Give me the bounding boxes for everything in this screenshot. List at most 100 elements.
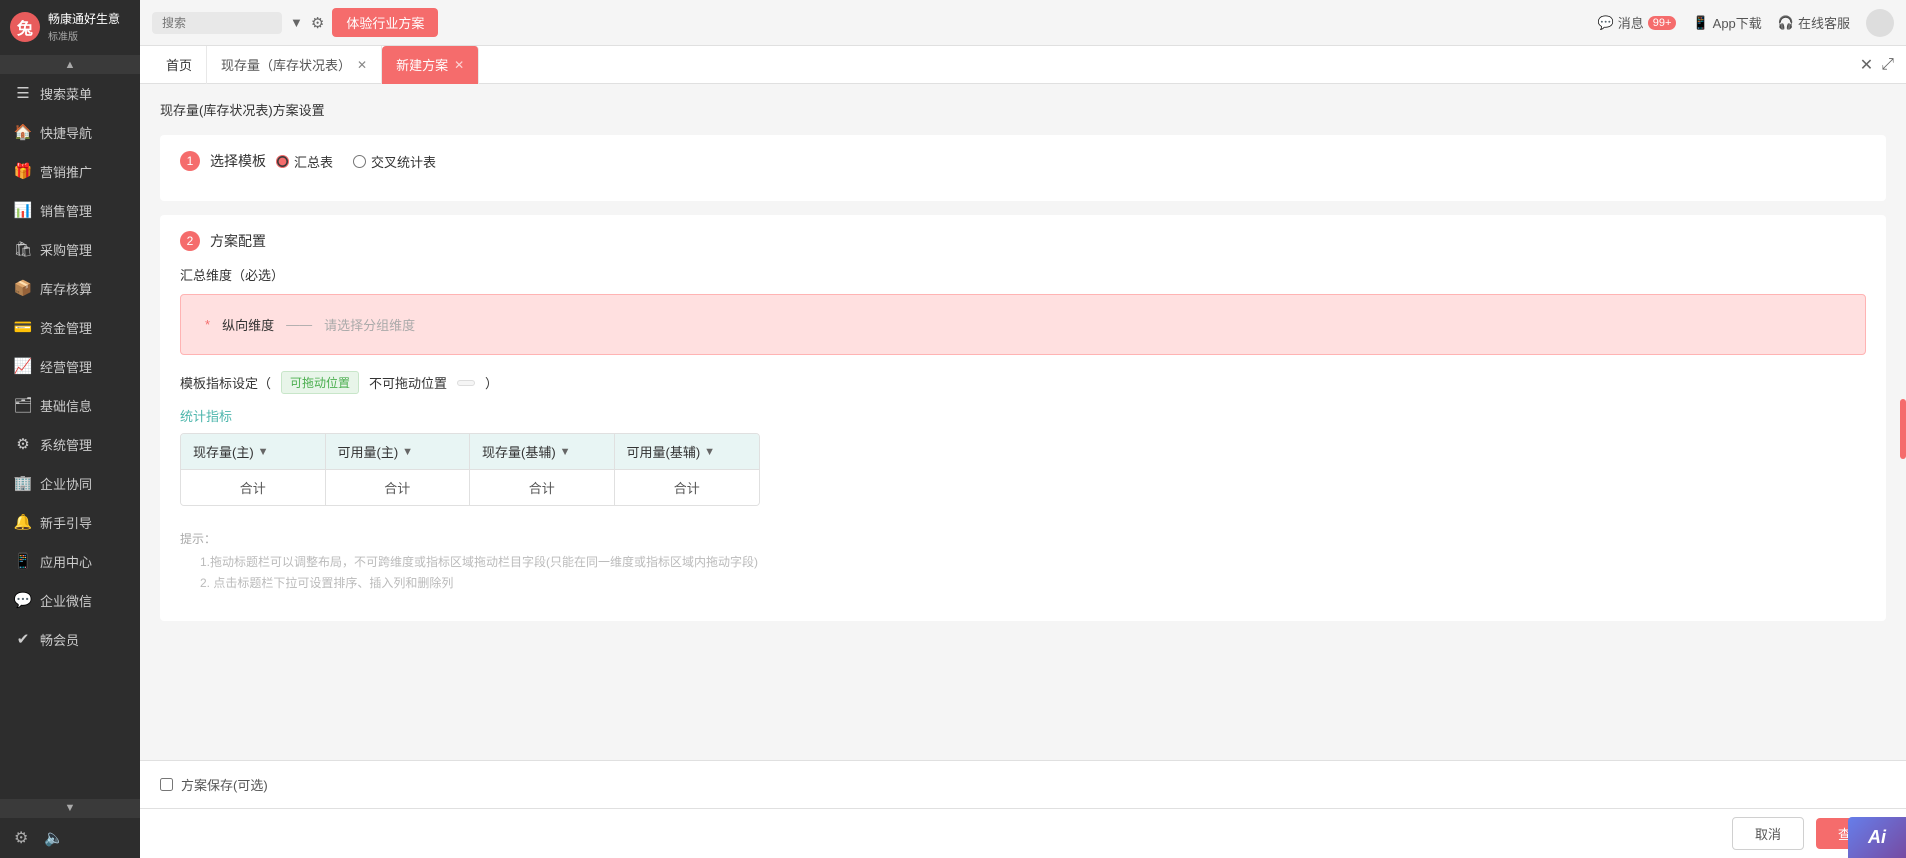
- sidebar-item-inventory[interactable]: 📦 库存核算: [0, 269, 140, 308]
- sidebar-item-enterprise[interactable]: 🏢 企业协同: [0, 464, 140, 503]
- sidebar-scroll-up[interactable]: ▲: [0, 56, 140, 74]
- sidebar-item-app-center[interactable]: 📱 应用中心: [0, 542, 140, 581]
- stats-table-header: 现存量(主) ▼ 可用量(主) ▼ 现存量(基辅) ▼ 可用量(基辅) ▼: [181, 434, 759, 469]
- logo-icon: 兔: [10, 12, 40, 42]
- search-input[interactable]: [152, 12, 282, 34]
- main-area: ▼ ⚙ 体验行业方案 💬 消息 99+ 📱 App下载 🎧 在线客服 首页: [140, 0, 1906, 858]
- message-label: 消息: [1618, 13, 1644, 32]
- tab-inventory-status[interactable]: 现存量（库存状况表） ✕: [207, 46, 382, 84]
- topbar-gear-button[interactable]: ⚙: [311, 14, 324, 32]
- sidebar-item-label: 基础信息: [40, 396, 92, 415]
- step1-header: 1 选择模板 汇总表 交叉统计表: [180, 151, 1866, 171]
- topbar-right: 💬 消息 99+ 📱 App下载 🎧 在线客服: [1598, 9, 1894, 37]
- ai-button[interactable]: Ai: [1848, 817, 1906, 858]
- radio-summary-input[interactable]: [276, 155, 289, 168]
- purchase-icon: 🛍: [14, 240, 32, 258]
- dimension-box[interactable]: * 纵向维度 —— 请选择分组维度: [180, 294, 1866, 355]
- radio-cross-input[interactable]: [353, 155, 366, 168]
- header-dropdown-2[interactable]: ▼: [560, 446, 571, 458]
- footer-bar: 取消 查询: [140, 808, 1906, 858]
- template-radio-group: 汇总表 交叉统计表: [276, 152, 436, 171]
- header-label-1: 可用量(主): [338, 442, 399, 461]
- table-header-cell-3[interactable]: 可用量(基辅) ▼: [615, 434, 760, 469]
- header-dropdown-1[interactable]: ▼: [402, 446, 413, 458]
- sidebar-item-wechat[interactable]: 💬 企业微信: [0, 581, 140, 620]
- wechat-icon: 💬: [14, 591, 32, 609]
- table-header-cell-2[interactable]: 现存量(基辅) ▼: [470, 434, 615, 469]
- save-checkbox-label[interactable]: 方案保存(可选): [181, 775, 268, 794]
- tab-inventory-close-icon[interactable]: ✕: [357, 58, 367, 72]
- page-title: 现存量(库存状况表)方案设置: [160, 100, 1886, 119]
- sidebar-item-search-menu[interactable]: ☰ 搜索菜单: [0, 74, 140, 113]
- indicator-setting-label: 模板指标设定（: [180, 373, 271, 392]
- sidebar-item-sales[interactable]: 📊 销售管理: [0, 191, 140, 230]
- sales-icon: 📊: [14, 201, 32, 219]
- tab-close-all-button[interactable]: ✕: [1860, 55, 1873, 75]
- table-cell-0-2: 合计: [470, 470, 615, 505]
- cancel-button[interactable]: 取消: [1732, 817, 1804, 850]
- tab-actions: ✕ ⤢: [1860, 55, 1894, 75]
- sidebar-scroll-down[interactable]: ▼: [0, 799, 140, 817]
- table-header-cell-0[interactable]: 现存量(主) ▼: [181, 434, 326, 469]
- speaker-icon[interactable]: 🔈: [44, 828, 64, 848]
- management-icon: 📈: [14, 357, 32, 375]
- sidebar-menu: ☰ 搜索菜单 🏠 快捷导航 🎁 营销推广 📊 销售管理 🛍 采购管理 📦 库存核…: [0, 74, 140, 799]
- step2-badge: 2: [180, 231, 200, 251]
- basic-info-icon: 🗂: [14, 396, 32, 414]
- message-button[interactable]: 💬 消息 99+: [1598, 13, 1677, 32]
- tab-home-label: 首页: [166, 55, 192, 74]
- system-icon: ⚙: [14, 435, 32, 453]
- save-checkbox[interactable]: [160, 778, 173, 791]
- step1-badge: 1: [180, 151, 200, 171]
- app-download-icon: 📱: [1692, 15, 1708, 31]
- not-draggable-chip: [457, 380, 475, 386]
- home-icon: 🏠: [14, 123, 32, 141]
- radio-summary[interactable]: 汇总表: [276, 152, 333, 171]
- indicator-setting-row: 模板指标设定（ 可拖动位置 不可拖动位置 ）: [180, 371, 1866, 394]
- table-header-cell-1[interactable]: 可用量(主) ▼: [326, 434, 471, 469]
- inventory-icon: 📦: [14, 279, 32, 297]
- search-menu-icon: ☰: [14, 84, 32, 102]
- settings-icon[interactable]: ⚙: [14, 828, 28, 848]
- header-dropdown-0[interactable]: ▼: [258, 446, 269, 458]
- scroll-indicator: [1900, 399, 1906, 459]
- sidebar-item-purchase[interactable]: 🛍 采购管理: [0, 230, 140, 269]
- tab-new-plan-label: 新建方案: [396, 55, 448, 74]
- topbar-dropdown-button[interactable]: ▼: [290, 15, 303, 30]
- sidebar-item-basic-info[interactable]: 🗂 基础信息: [0, 386, 140, 425]
- header-label-2: 现存量(基辅): [482, 442, 556, 461]
- sidebar-item-system[interactable]: ⚙ 系统管理: [0, 425, 140, 464]
- step1-title: 选择模板: [210, 151, 266, 171]
- sidebar-item-management[interactable]: 📈 经营管理: [0, 347, 140, 386]
- app-download-button[interactable]: 📱 App下载: [1692, 13, 1761, 32]
- tips-item-1: 2. 点击标题栏下拉可设置排序、插入列和删除列: [180, 574, 1866, 591]
- sidebar-item-quick-nav[interactable]: 🏠 快捷导航: [0, 113, 140, 152]
- tab-new-plan[interactable]: 新建方案 ✕: [382, 46, 479, 84]
- sidebar-item-label: 采购管理: [40, 240, 92, 259]
- sidebar-item-vip[interactable]: ✔ 畅会员: [0, 620, 140, 659]
- trial-button[interactable]: 体验行业方案: [332, 8, 438, 37]
- finance-icon: 💳: [14, 318, 32, 336]
- table-cell-0-0: 合计: [181, 470, 326, 505]
- service-icon: 🎧: [1778, 15, 1794, 31]
- guide-icon: 🔔: [14, 513, 32, 531]
- page-content: 现存量(库存状况表)方案设置 1 选择模板 汇总表 交叉统计表: [140, 84, 1906, 808]
- sidebar-item-label: 畅会员: [40, 630, 79, 649]
- tab-expand-button[interactable]: ⤢: [1881, 55, 1894, 75]
- logo-text: 畅康通好生意: [48, 12, 120, 28]
- radio-cross[interactable]: 交叉统计表: [353, 152, 436, 171]
- required-marker: *: [205, 317, 210, 332]
- sidebar-logo: 兔 畅康通好生意 标准版: [0, 0, 140, 56]
- user-avatar[interactable]: [1866, 9, 1894, 37]
- dimension-label: 汇总维度（必选）: [180, 265, 1866, 284]
- sidebar-item-label: 资金管理: [40, 318, 92, 337]
- header-dropdown-3[interactable]: ▼: [704, 446, 715, 458]
- sidebar-item-marketing[interactable]: 🎁 营销推广: [0, 152, 140, 191]
- enterprise-icon: 🏢: [14, 474, 32, 492]
- step2-title: 方案配置: [210, 231, 266, 251]
- tab-home[interactable]: 首页: [152, 46, 207, 84]
- sidebar-item-finance[interactable]: 💳 资金管理: [0, 308, 140, 347]
- tab-new-plan-close-icon[interactable]: ✕: [454, 58, 464, 72]
- sidebar-item-guide[interactable]: 🔔 新手引导: [0, 503, 140, 542]
- online-service-button[interactable]: 🎧 在线客服: [1778, 13, 1850, 32]
